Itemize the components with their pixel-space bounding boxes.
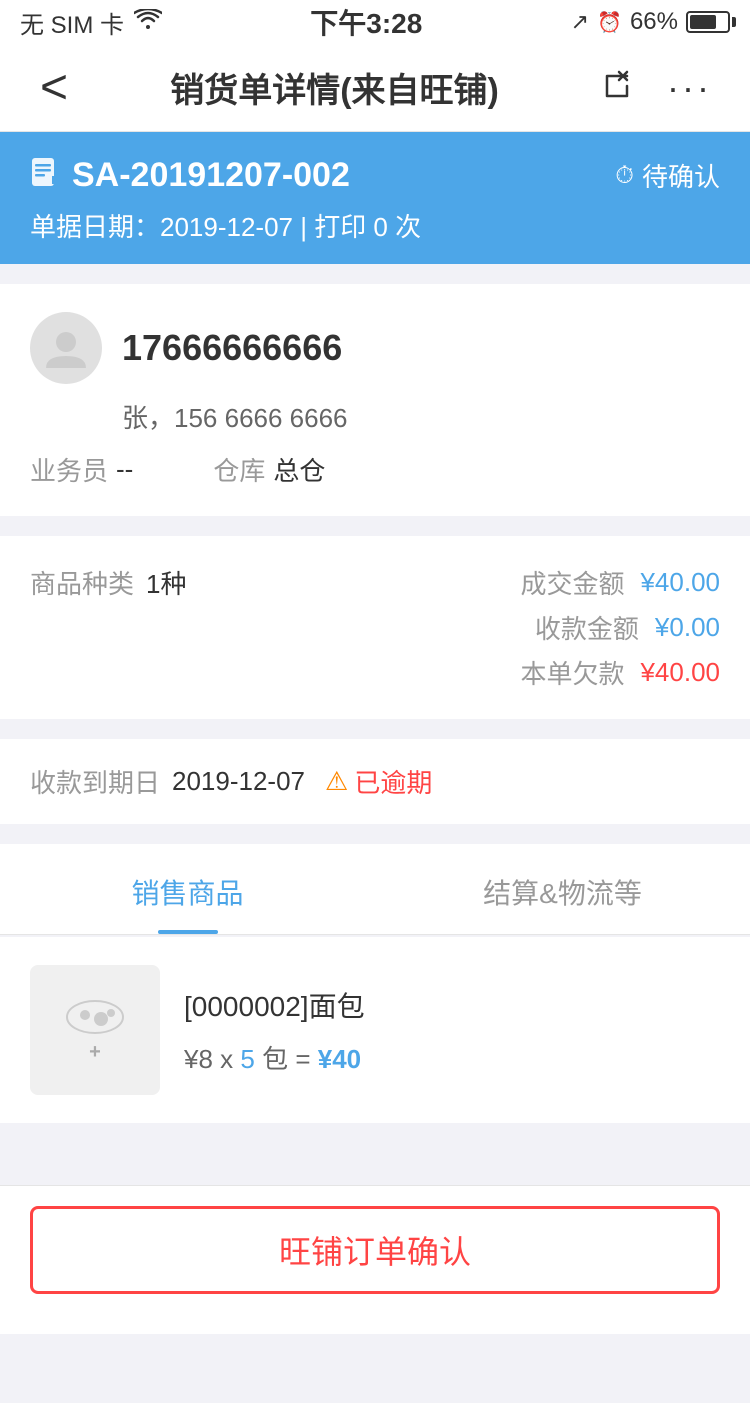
received-amount-value: ¥0.00 bbox=[655, 612, 720, 643]
product-total: ¥40 bbox=[318, 1044, 361, 1074]
salesperson-label: 业务员 bbox=[30, 451, 108, 488]
tab-products[interactable]: 销售商品 bbox=[0, 844, 375, 934]
alarm-icon: ⏰ bbox=[597, 10, 622, 35]
order-header: SA-20191207-002 ⏱ 待确认 单据日期：2019-12-07 | … bbox=[0, 132, 750, 264]
customer-card: 17666666666 张，156 6666 6666 业务员 -- 仓库 总仓 bbox=[0, 284, 750, 516]
confirm-order-button[interactable]: 旺铺订单确认 bbox=[30, 1206, 720, 1294]
battery-icon bbox=[686, 11, 730, 33]
product-thumbnail: + bbox=[30, 965, 160, 1095]
due-date-label: 收款到期日 bbox=[30, 763, 160, 800]
owed-amount-value: ¥40.00 bbox=[640, 657, 720, 688]
deal-amount-value: ¥40.00 bbox=[640, 567, 720, 598]
order-status: ⏱ 待确认 bbox=[615, 157, 720, 194]
owed-amount-label: 本单欠款 bbox=[520, 654, 624, 691]
product-info: [0000002]面包 ¥8 x 5 包 = ¥40 bbox=[184, 985, 365, 1076]
order-date: 单据日期：2019-12-07 | 打印 0 次 bbox=[30, 207, 720, 244]
product-list: + [0000002]面包 ¥8 x 5 包 = ¥40 bbox=[0, 937, 750, 1123]
due-date-card: 收款到期日 2019-12-07 ⚠ 已逾期 bbox=[0, 739, 750, 824]
more-button[interactable]: ··· bbox=[659, 62, 720, 114]
tabs-container: 销售商品 结算&物流等 bbox=[0, 844, 750, 935]
owed-amount-row: 本单欠款 ¥40.00 bbox=[520, 654, 720, 691]
tab-settlement[interactable]: 结算&物流等 bbox=[375, 844, 750, 934]
status-time: 下午3:28 bbox=[310, 2, 422, 42]
overdue-badge: ⚠ 已逾期 bbox=[325, 763, 432, 800]
warehouse-value: 总仓 bbox=[273, 451, 325, 488]
customer-phone: 17666666666 bbox=[122, 327, 342, 369]
received-amount-row: 收款金额 ¥0.00 bbox=[535, 609, 720, 646]
product-qty: 5 bbox=[240, 1044, 254, 1074]
battery-text: 66% bbox=[630, 8, 678, 36]
deal-amount-label: 成交金额 bbox=[520, 564, 624, 601]
warehouse-item: 仓库 总仓 bbox=[213, 451, 325, 488]
warehouse-label: 仓库 bbox=[213, 451, 265, 488]
product-price: ¥8 x 5 包 = ¥40 bbox=[184, 1039, 365, 1076]
product-types-label: 商品种类 bbox=[30, 564, 134, 601]
deal-amount-row: 成交金额 ¥40.00 bbox=[520, 564, 720, 601]
status-right: ↗ ⏰ 66% bbox=[571, 8, 730, 36]
table-row: + [0000002]面包 ¥8 x 5 包 = ¥40 bbox=[0, 937, 750, 1123]
received-amount-label: 收款金额 bbox=[535, 609, 639, 646]
salesperson-item: 业务员 -- bbox=[30, 451, 133, 488]
salesperson-value: -- bbox=[116, 454, 133, 485]
warning-icon: ⚠ bbox=[325, 766, 348, 797]
customer-meta: 业务员 -- 仓库 总仓 bbox=[30, 451, 720, 488]
summary-card: 商品种类 1种 成交金额 ¥40.00 收款金额 ¥0.00 本单欠款 ¥40.… bbox=[0, 536, 750, 719]
thumb-plus-icon: + bbox=[89, 1041, 101, 1064]
nav-actions: ··· bbox=[591, 60, 720, 116]
product-types-item: 商品种类 1种 bbox=[30, 564, 186, 601]
product-types-value: 1种 bbox=[146, 564, 186, 601]
status-clock-icon: ⏱ bbox=[615, 162, 634, 190]
back-button[interactable]: < bbox=[30, 50, 78, 125]
due-date-value: 2019-12-07 bbox=[172, 766, 305, 797]
location-icon: ↗ bbox=[571, 9, 589, 35]
share-button[interactable] bbox=[591, 60, 639, 116]
summary-left: 商品种类 1种 bbox=[30, 564, 186, 605]
customer-name: 张，156 6666 6666 bbox=[30, 398, 720, 435]
order-doc-icon bbox=[30, 158, 60, 193]
page-title: 销货单详情(来自旺铺) bbox=[170, 63, 499, 112]
bottom-bar: 旺铺订单确认 bbox=[0, 1185, 750, 1334]
status-bar: 无 SIM 卡 下午3:28 ↗ ⏰ 66% bbox=[0, 0, 750, 44]
carrier-text: 无 SIM 卡 bbox=[20, 5, 124, 40]
overdue-text: 已逾期 bbox=[354, 763, 432, 800]
avatar bbox=[30, 312, 102, 384]
status-left: 无 SIM 卡 bbox=[20, 5, 162, 40]
nav-bar: < 销货单详情(来自旺铺) ··· bbox=[0, 44, 750, 132]
summary-right: 成交金额 ¥40.00 收款金额 ¥0.00 本单欠款 ¥40.00 bbox=[520, 564, 720, 691]
tabs: 销售商品 结算&物流等 bbox=[0, 844, 750, 934]
order-id: SA-20191207-002 bbox=[30, 156, 350, 195]
product-name: [0000002]面包 bbox=[184, 985, 365, 1025]
wifi-icon bbox=[134, 8, 162, 36]
